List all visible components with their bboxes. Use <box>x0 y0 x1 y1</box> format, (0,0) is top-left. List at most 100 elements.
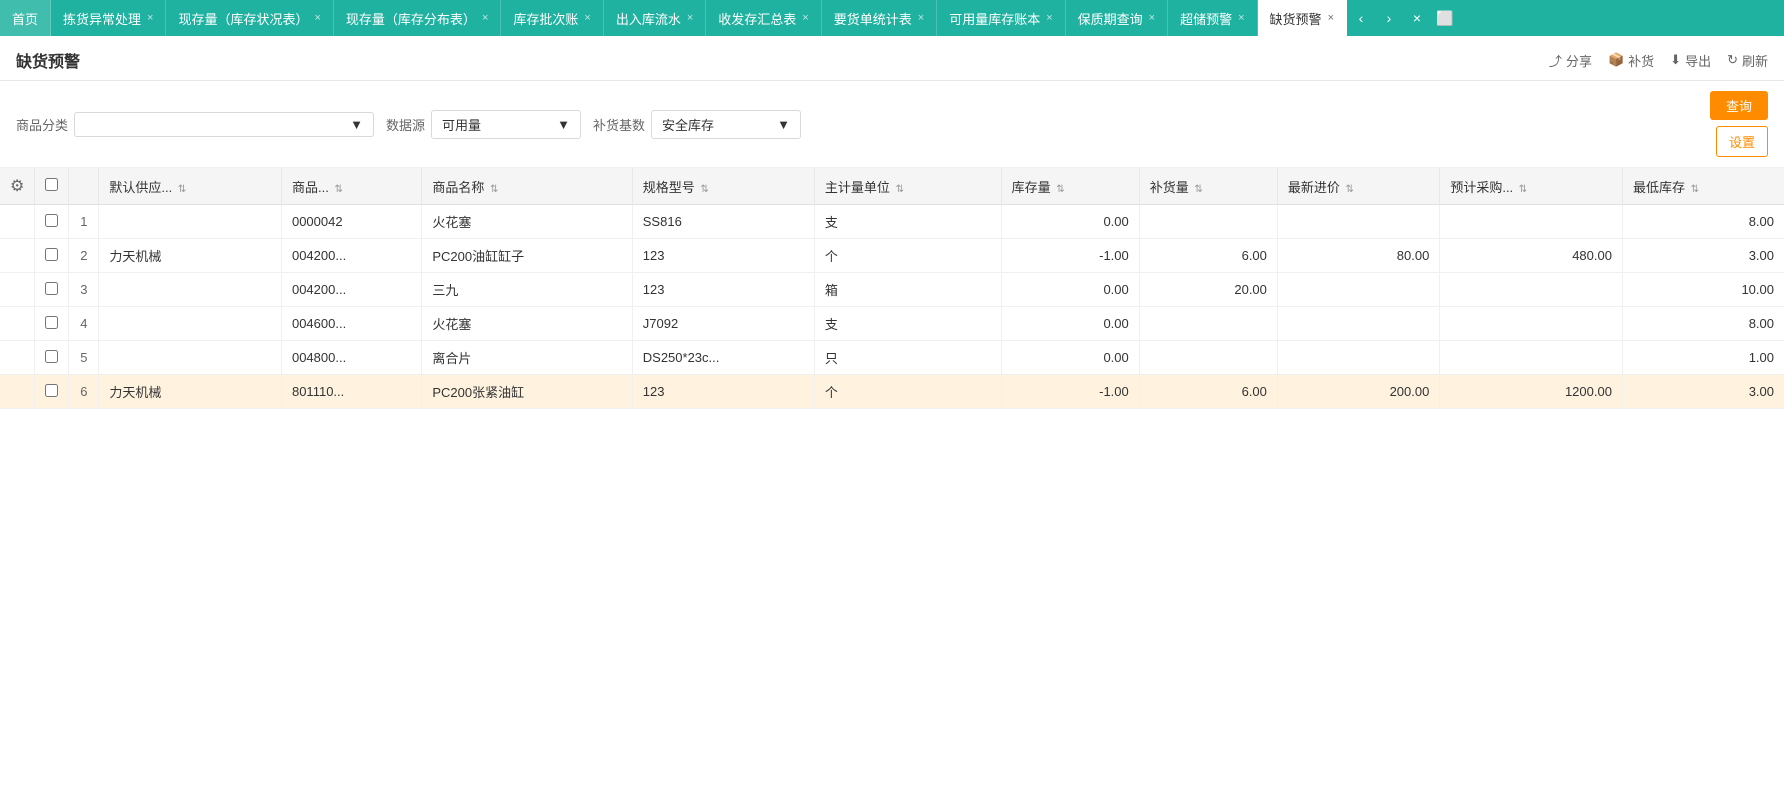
td-num-1: 2 <box>69 239 99 273</box>
td-name-5: PC200张紧油缸 <box>422 375 632 409</box>
td-settings-1 <box>0 239 35 273</box>
tab-exception[interactable]: 拣货异常处理 × <box>51 0 166 36</box>
th-stock[interactable]: 库存量 ⇅ <box>1001 168 1139 205</box>
close-tab-batch-account[interactable]: × <box>584 12 590 24</box>
th-product-name-label: 商品名称 <box>432 180 484 195</box>
tab-inout-flow[interactable]: 出入库流水 × <box>604 0 706 36</box>
th-min-stock[interactable]: 最低库存 ⇅ <box>1622 168 1784 205</box>
th-spec[interactable]: 规格型号 ⇅ <box>632 168 814 205</box>
th-unit[interactable]: 主计量单位 ⇅ <box>814 168 1001 205</box>
refresh-button[interactable]: ↻ 刷新 <box>1727 51 1768 70</box>
close-tab-shortage[interactable]: × <box>1328 12 1334 24</box>
window-close-button[interactable]: × <box>1403 0 1431 36</box>
tab-expiry-query[interactable]: 保质期查询 × <box>1066 0 1168 36</box>
close-tab-expiry-query[interactable]: × <box>1149 12 1155 24</box>
td-unit-3: 支 <box>814 307 1001 341</box>
td-settings-4 <box>0 341 35 375</box>
td-supplier-0 <box>99 205 282 239</box>
filter-group-datasource: 数据源 可用量 ▼ <box>386 110 581 139</box>
replenish-base-select[interactable]: 安全库存 ▼ <box>651 110 801 139</box>
td-unit-5: 个 <box>814 375 1001 409</box>
td-num-0: 1 <box>69 205 99 239</box>
category-select[interactable]: ▼ <box>74 112 374 137</box>
td-supplier-2 <box>99 273 282 307</box>
close-tab-inout-flow[interactable]: × <box>687 12 693 24</box>
datasource-select[interactable]: 可用量 ▼ <box>431 110 581 139</box>
th-product-name[interactable]: 商品名称 ⇅ <box>422 168 632 205</box>
close-tab-inventory-dist[interactable]: × <box>482 12 488 24</box>
tab-prev-button[interactable]: ‹ <box>1347 0 1375 36</box>
th-product-code[interactable]: 商品... ⇅ <box>281 168 421 205</box>
settings-button[interactable]: 设置 <box>1716 126 1768 157</box>
row-checkbox-5[interactable] <box>45 384 58 397</box>
close-tab-inventory-status[interactable]: × <box>314 12 320 24</box>
td-stock-0: 0.00 <box>1001 205 1139 239</box>
td-supplier-4 <box>99 341 282 375</box>
td-price-5: 200.00 <box>1277 375 1439 409</box>
td-spec-1: 123 <box>632 239 814 273</box>
close-tab-available-ledger[interactable]: × <box>1046 12 1052 24</box>
export-button[interactable]: ⬇ 导出 <box>1670 51 1711 70</box>
th-latest-price-label: 最新进价 <box>1288 180 1340 195</box>
tab-order-stats[interactable]: 要货单统计表 × <box>822 0 937 36</box>
sort-icon-supplier: ⇅ <box>178 184 186 195</box>
sort-icon-replenish: ⇅ <box>1194 184 1202 195</box>
th-estimated-purchase[interactable]: 预计采购... ⇅ <box>1440 168 1623 205</box>
td-checkbox-1[interactable] <box>35 239 69 273</box>
tab-overstock[interactable]: 超储预警 × <box>1168 0 1257 36</box>
close-tab-overstock[interactable]: × <box>1238 12 1244 24</box>
tab-shortage[interactable]: 缺货预警 × <box>1258 0 1347 36</box>
td-checkbox-0[interactable] <box>35 205 69 239</box>
window-minimize-button[interactable]: ⬜ <box>1431 0 1459 36</box>
tab-next-button[interactable]: › <box>1375 0 1403 36</box>
tab-inventory-status[interactable]: 现存量（库存状况表） × <box>166 0 333 36</box>
tab-inventory-dist[interactable]: 现存量（库存分布表） × <box>334 0 501 36</box>
td-checkbox-3[interactable] <box>35 307 69 341</box>
tab-available-ledger[interactable]: 可用量库存账本 × <box>937 0 1065 36</box>
td-minstock-0: 8.00 <box>1622 205 1784 239</box>
row-checkbox-3[interactable] <box>45 316 58 329</box>
table-row: 4 004600... 火花塞 J7092 支 0.00 8.00 <box>0 307 1784 341</box>
td-supplier-1: 力天机械 <box>99 239 282 273</box>
column-settings-icon[interactable]: ⚙ <box>10 178 24 195</box>
td-checkbox-2[interactable] <box>35 273 69 307</box>
close-tab-collect-summary[interactable]: × <box>802 12 808 24</box>
th-checkbox <box>35 168 69 205</box>
sort-icon-code: ⇅ <box>334 184 342 195</box>
td-stock-2: 0.00 <box>1001 273 1139 307</box>
th-replenish-qty[interactable]: 补货量 ⇅ <box>1139 168 1277 205</box>
select-all-checkbox[interactable] <box>45 178 58 191</box>
th-min-stock-label: 最低库存 <box>1633 180 1685 195</box>
export-icon: ⬇ <box>1670 52 1681 68</box>
td-num-5: 6 <box>69 375 99 409</box>
table-container: ⚙ 默认供应... ⇅ 商品... ⇅ 商品名称 <box>0 168 1784 409</box>
row-checkbox-2[interactable] <box>45 282 58 295</box>
td-minstock-2: 10.00 <box>1622 273 1784 307</box>
td-price-3 <box>1277 307 1439 341</box>
th-default-supplier[interactable]: 默认供应... ⇅ <box>99 168 282 205</box>
page-title: 缺货预警 <box>16 48 80 72</box>
td-spec-0: SS816 <box>632 205 814 239</box>
query-button[interactable]: 查询 <box>1710 91 1768 120</box>
table-row: 3 004200... 三九 123 箱 0.00 20.00 10.00 <box>0 273 1784 307</box>
replenish-button[interactable]: 📦 补货 <box>1608 51 1654 70</box>
tab-home[interactable]: 首页 <box>0 0 51 36</box>
tab-batch-account[interactable]: 库存批次账 × <box>501 0 603 36</box>
close-tab-order-stats[interactable]: × <box>918 12 924 24</box>
row-checkbox-4[interactable] <box>45 350 58 363</box>
close-tab-exception[interactable]: × <box>147 12 153 24</box>
th-latest-price[interactable]: 最新进价 ⇅ <box>1277 168 1439 205</box>
row-checkbox-1[interactable] <box>45 248 58 261</box>
share-button[interactable]: ⤴ 分享 <box>1549 51 1592 70</box>
td-unit-4: 只 <box>814 341 1001 375</box>
td-minstock-5: 3.00 <box>1622 375 1784 409</box>
th-settings[interactable]: ⚙ <box>0 168 35 205</box>
td-checkbox-4[interactable] <box>35 341 69 375</box>
row-checkbox-0[interactable] <box>45 214 58 227</box>
th-num <box>69 168 99 205</box>
td-estimated-4 <box>1440 341 1623 375</box>
tab-collect-summary[interactable]: 收发存汇总表 × <box>706 0 821 36</box>
td-checkbox-5[interactable] <box>35 375 69 409</box>
page-header: 缺货预警 ⤴ 分享 📦 补货 ⬇ 导出 ↻ 刷新 <box>0 36 1784 81</box>
td-spec-2: 123 <box>632 273 814 307</box>
